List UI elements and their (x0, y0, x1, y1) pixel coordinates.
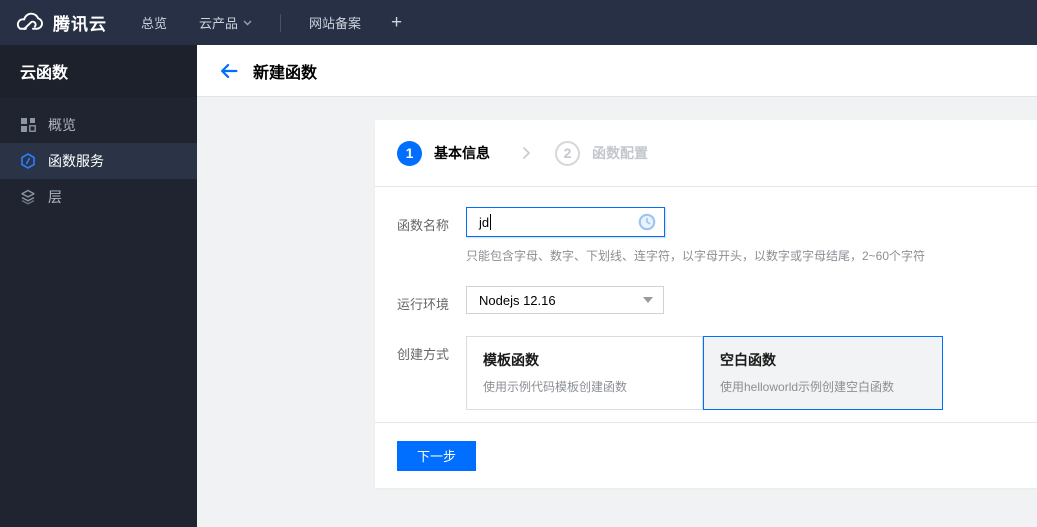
sidebar-item-label: 概览 (48, 117, 76, 133)
creation-method-options: 模板函数 使用示例代码模板创建函数 空白函数 使用helloworld示例创建空… (466, 336, 943, 410)
select-caret-icon (643, 297, 653, 303)
method-title: 空白函数 (720, 352, 776, 368)
topbar: 腾讯云 总览 云产品 网站备案 + (0, 0, 1037, 45)
card-footer: 下一步 (375, 422, 1037, 488)
nav-overview[interactable]: 总览 (141, 13, 167, 32)
sidebar-title: 云函数 (0, 45, 197, 97)
chevron-down-icon (243, 20, 252, 25)
layers-icon (20, 189, 36, 205)
creation-method-label: 创建方式 (397, 347, 450, 362)
nav-cloud-products-label: 云产品 (199, 16, 239, 31)
content-area: 1 基本信息 2 函数配置 函数名称 jd 只能包含字母、数字、下划线、连字符，… (197, 97, 1037, 527)
function-name-row: 函数名称 jd 只能包含字母、数字、下划线、连字符，以字母开头，以数字或字母结尾… (397, 207, 1023, 264)
step-basic-info: 1 基本信息 (397, 140, 490, 166)
method-desc: 使用示例代码模板创建函数 (483, 380, 628, 394)
runtime-selected-value: Nodejs 12.16 (479, 292, 556, 308)
sidebar-item-label: 函数服务 (48, 153, 104, 169)
sidebar-item-label: 层 (48, 189, 62, 205)
basic-info-form: 函数名称 jd 只能包含字母、数字、下划线、连字符，以字母开头，以数字或字母结尾… (375, 187, 1037, 410)
runtime-row: 运行环境 Nodejs 12.16 (397, 286, 1023, 314)
step-number: 1 (397, 140, 422, 166)
sidebar-item-layers[interactable]: 层 (0, 179, 197, 215)
step-label: 基本信息 (434, 145, 490, 161)
method-title: 模板函数 (483, 352, 539, 368)
page-title: 新建函数 (253, 64, 318, 82)
grid-icon (20, 117, 36, 133)
runtime-label: 运行环境 (397, 297, 450, 312)
function-service-icon (20, 153, 36, 169)
function-name-label: 函数名称 (397, 218, 450, 233)
step-function-config: 2 函数配置 (555, 140, 648, 166)
chevron-right-icon (522, 146, 531, 160)
function-name-hint: 只能包含字母、数字、下划线、连字符，以字母开头，以数字或字母结尾，2~60个字符 (466, 249, 926, 263)
topbar-divider (280, 13, 282, 32)
text-caret (490, 214, 492, 230)
validating-clock-icon (638, 213, 656, 231)
create-function-card: 1 基本信息 2 函数配置 函数名称 jd 只能包含字母、数字、下划线、连字符，… (375, 120, 1037, 488)
step-number: 2 (555, 140, 580, 166)
add-tab-button[interactable]: + (391, 13, 402, 32)
nav-icp-record[interactable]: 网站备案 (309, 13, 361, 32)
sidebar: 云函数 概览 函数服务 层 (0, 45, 197, 527)
step-label: 函数配置 (592, 145, 648, 161)
next-step-button[interactable]: 下一步 (397, 440, 476, 471)
creation-method-row: 创建方式 模板函数 使用示例代码模板创建函数 空白函数 使用helloworld… (397, 336, 1023, 410)
sidebar-item-function-service[interactable]: 函数服务 (0, 143, 197, 179)
sidebar-item-overview[interactable]: 概览 (0, 107, 197, 143)
method-card-template-function[interactable]: 模板函数 使用示例代码模板创建函数 (466, 336, 703, 410)
back-arrow-icon[interactable] (218, 60, 240, 82)
brand-text: 腾讯云 (53, 15, 107, 34)
tencent-cloud-logo-icon (14, 12, 44, 34)
runtime-select[interactable]: Nodejs 12.16 (466, 286, 664, 314)
page-header: 新建函数 (197, 45, 1037, 97)
function-name-input[interactable]: jd (466, 207, 665, 237)
function-name-value: jd (479, 214, 490, 230)
nav-cloud-products[interactable]: 云产品 (199, 13, 252, 32)
brand-home-link[interactable]: 腾讯云 (0, 10, 125, 35)
method-desc: 使用helloworld示例创建空白函数 (720, 380, 895, 394)
step-indicator: 1 基本信息 2 函数配置 (375, 120, 1037, 187)
method-card-blank-function[interactable]: 空白函数 使用helloworld示例创建空白函数 (703, 336, 943, 410)
